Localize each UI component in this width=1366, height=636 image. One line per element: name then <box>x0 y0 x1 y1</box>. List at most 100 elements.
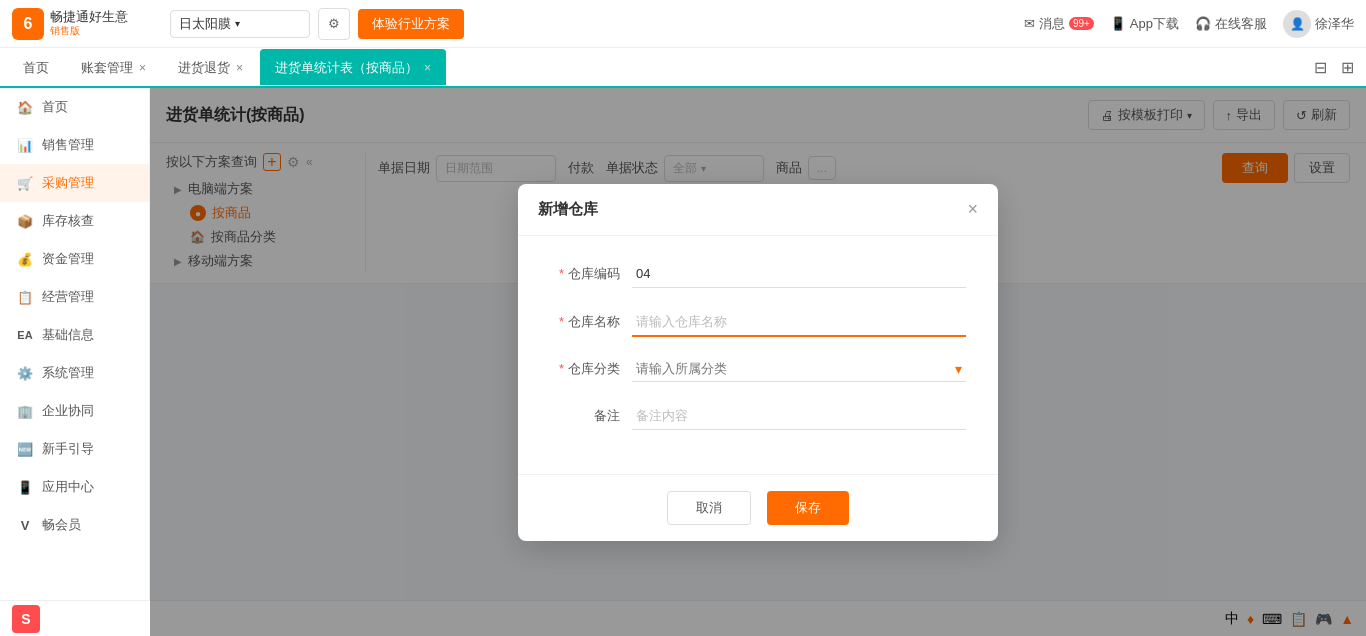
operations-icon: 📋 <box>16 288 34 306</box>
trial-button[interactable]: 体验行业方案 <box>358 9 464 39</box>
sidebar-item-guide[interactable]: 🆕 新手引导 <box>0 430 149 468</box>
inventory-icon: 📦 <box>16 212 34 230</box>
online-service-label: 在线客服 <box>1215 15 1267 33</box>
sidebar: 🏠 首页 📊 销售管理 🛒 采购管理 📦 库存核查 💰 资金管理 📋 经营管理 … <box>0 88 150 636</box>
tab-stats-close[interactable]: × <box>424 61 431 75</box>
guide-icon: 🆕 <box>16 440 34 458</box>
store-name: 日太阳膜 <box>179 15 231 33</box>
tab-returns[interactable]: 进货退货 × <box>163 49 258 85</box>
tab-maximize-icon[interactable]: ⊞ <box>1337 56 1358 79</box>
sidebar-item-guide-label: 新手引导 <box>42 440 94 458</box>
s-logo: S <box>12 605 40 633</box>
warehouse-type-input[interactable] <box>636 361 955 376</box>
message-item[interactable]: ✉ 消息 99+ <box>1024 15 1094 33</box>
sidebar-item-enterprise-label: 企业协同 <box>42 402 94 420</box>
logo-icon: 6 <box>12 8 44 40</box>
warehouse-code-label: 仓库编码 <box>550 265 620 283</box>
sidebar-item-sales-label: 销售管理 <box>42 136 94 154</box>
topbar: 6 畅捷通好生意 销售版 日太阳膜 ▾ ⚙ 体验行业方案 ✉ 消息 99+ 📱 … <box>0 0 1366 48</box>
select-arrow-icon: ▾ <box>955 361 962 377</box>
tab-minimize-icon[interactable]: ⊟ <box>1310 56 1331 79</box>
warehouse-code-input[interactable] <box>632 260 966 288</box>
sidebar-item-inventory-label: 库存核查 <box>42 212 94 230</box>
sidebar-item-member[interactable]: V 畅会员 <box>0 506 149 544</box>
chevron-down-icon: ▾ <box>235 18 240 29</box>
gear-button[interactable]: ⚙ <box>318 8 350 40</box>
sidebar-item-sales[interactable]: 📊 销售管理 <box>0 126 149 164</box>
modal-close-button[interactable]: × <box>967 200 978 218</box>
basic-icon: EA <box>16 326 34 344</box>
remark-input[interactable] <box>632 402 966 430</box>
user-item[interactable]: 👤 徐泽华 <box>1283 10 1354 38</box>
bottom-left: S <box>12 605 40 633</box>
tab-returns-close[interactable]: × <box>236 61 243 75</box>
sidebar-item-finance-label: 资金管理 <box>42 250 94 268</box>
sidebar-item-home[interactable]: 🏠 首页 <box>0 88 149 126</box>
sidebar-item-appcenter-label: 应用中心 <box>42 478 94 496</box>
form-row-type: 仓库分类 ▾ <box>550 357 966 382</box>
sidebar-item-appcenter[interactable]: 📱 应用中心 <box>0 468 149 506</box>
modal-overlay: 新增仓库 × 仓库编码 仓库名称 仓库 <box>150 88 1366 636</box>
user-name: 徐泽华 <box>1315 15 1354 33</box>
form-row-name: 仓库名称 <box>550 308 966 337</box>
sales-icon: 📊 <box>16 136 34 154</box>
main-layout: 🏠 首页 📊 销售管理 🛒 采购管理 📦 库存核查 💰 资金管理 📋 经营管理 … <box>0 88 1366 636</box>
tab-home-label: 首页 <box>23 59 49 77</box>
sidebar-item-purchase[interactable]: 🛒 采购管理 <box>0 164 149 202</box>
gear-icon: ⚙ <box>328 16 340 31</box>
tab-controls: ⊟ ⊞ <box>1310 56 1358 79</box>
phone-icon: 📱 <box>1110 16 1126 31</box>
user-avatar: 👤 <box>1283 10 1311 38</box>
remark-label: 备注 <box>550 407 620 425</box>
modal-header: 新增仓库 × <box>518 184 998 236</box>
save-button[interactable]: 保存 <box>767 491 849 525</box>
headset-icon: 🎧 <box>1195 16 1211 31</box>
topbar-right: ✉ 消息 99+ 📱 App下载 🎧 在线客服 👤 徐泽华 <box>1024 10 1354 38</box>
cancel-button[interactable]: 取消 <box>667 491 751 525</box>
sidebar-item-basic[interactable]: EA 基础信息 <box>0 316 149 354</box>
tab-home[interactable]: 首页 <box>8 49 64 85</box>
warehouse-modal: 新增仓库 × 仓库编码 仓库名称 仓库 <box>518 184 998 541</box>
tab-stats[interactable]: 进货单统计表（按商品） × <box>260 49 446 85</box>
tab-accounts-close[interactable]: × <box>139 61 146 75</box>
purchase-icon: 🛒 <box>16 174 34 192</box>
tabbar: 首页 账套管理 × 进货退货 × 进货单统计表（按商品） × ⊟ ⊞ <box>0 48 1366 88</box>
enterprise-icon: 🏢 <box>16 402 34 420</box>
form-row-remark: 备注 <box>550 402 966 430</box>
sidebar-item-purchase-label: 采购管理 <box>42 174 94 192</box>
store-selector[interactable]: 日太阳膜 ▾ <box>170 10 310 38</box>
warehouse-type-label: 仓库分类 <box>550 360 620 378</box>
sidebar-item-system-label: 系统管理 <box>42 364 94 382</box>
sidebar-item-finance[interactable]: 💰 资金管理 <box>0 240 149 278</box>
logo-name: 畅捷通好生意 <box>50 9 128 25</box>
logo-sub: 销售版 <box>50 24 128 38</box>
user-icon: 👤 <box>1290 17 1305 31</box>
finance-icon: 💰 <box>16 250 34 268</box>
tab-accounts-label: 账套管理 <box>81 59 133 77</box>
appcenter-icon: 📱 <box>16 478 34 496</box>
warehouse-type-select[interactable]: ▾ <box>632 357 966 382</box>
online-service-item[interactable]: 🎧 在线客服 <box>1195 15 1267 33</box>
tab-stats-label: 进货单统计表（按商品） <box>275 59 418 77</box>
message-badge: 99+ <box>1069 17 1094 30</box>
content-area: 进货单统计(按商品) 🖨 按模板打印 ▾ ↑ 导出 ↺ 刷新 <box>150 88 1366 636</box>
message-label: 消息 <box>1039 15 1065 33</box>
sidebar-item-system[interactable]: ⚙️ 系统管理 <box>0 354 149 392</box>
modal-title: 新增仓库 <box>538 200 598 219</box>
app-download-item[interactable]: 📱 App下载 <box>1110 15 1179 33</box>
sidebar-item-inventory[interactable]: 📦 库存核查 <box>0 202 149 240</box>
app-download-label: App下载 <box>1130 15 1179 33</box>
sidebar-item-operations[interactable]: 📋 经营管理 <box>0 278 149 316</box>
home-icon: 🏠 <box>16 98 34 116</box>
warehouse-name-input[interactable] <box>632 308 966 337</box>
sidebar-item-basic-label: 基础信息 <box>42 326 94 344</box>
form-row-code: 仓库编码 <box>550 260 966 288</box>
sidebar-item-member-label: 畅会员 <box>42 516 81 534</box>
system-icon: ⚙️ <box>16 364 34 382</box>
sidebar-item-operations-label: 经营管理 <box>42 288 94 306</box>
modal-footer: 取消 保存 <box>518 474 998 541</box>
sidebar-item-enterprise[interactable]: 🏢 企业协同 <box>0 392 149 430</box>
tab-accounts[interactable]: 账套管理 × <box>66 49 161 85</box>
member-icon: V <box>16 516 34 534</box>
logo-area: 6 畅捷通好生意 销售版 <box>12 8 162 40</box>
